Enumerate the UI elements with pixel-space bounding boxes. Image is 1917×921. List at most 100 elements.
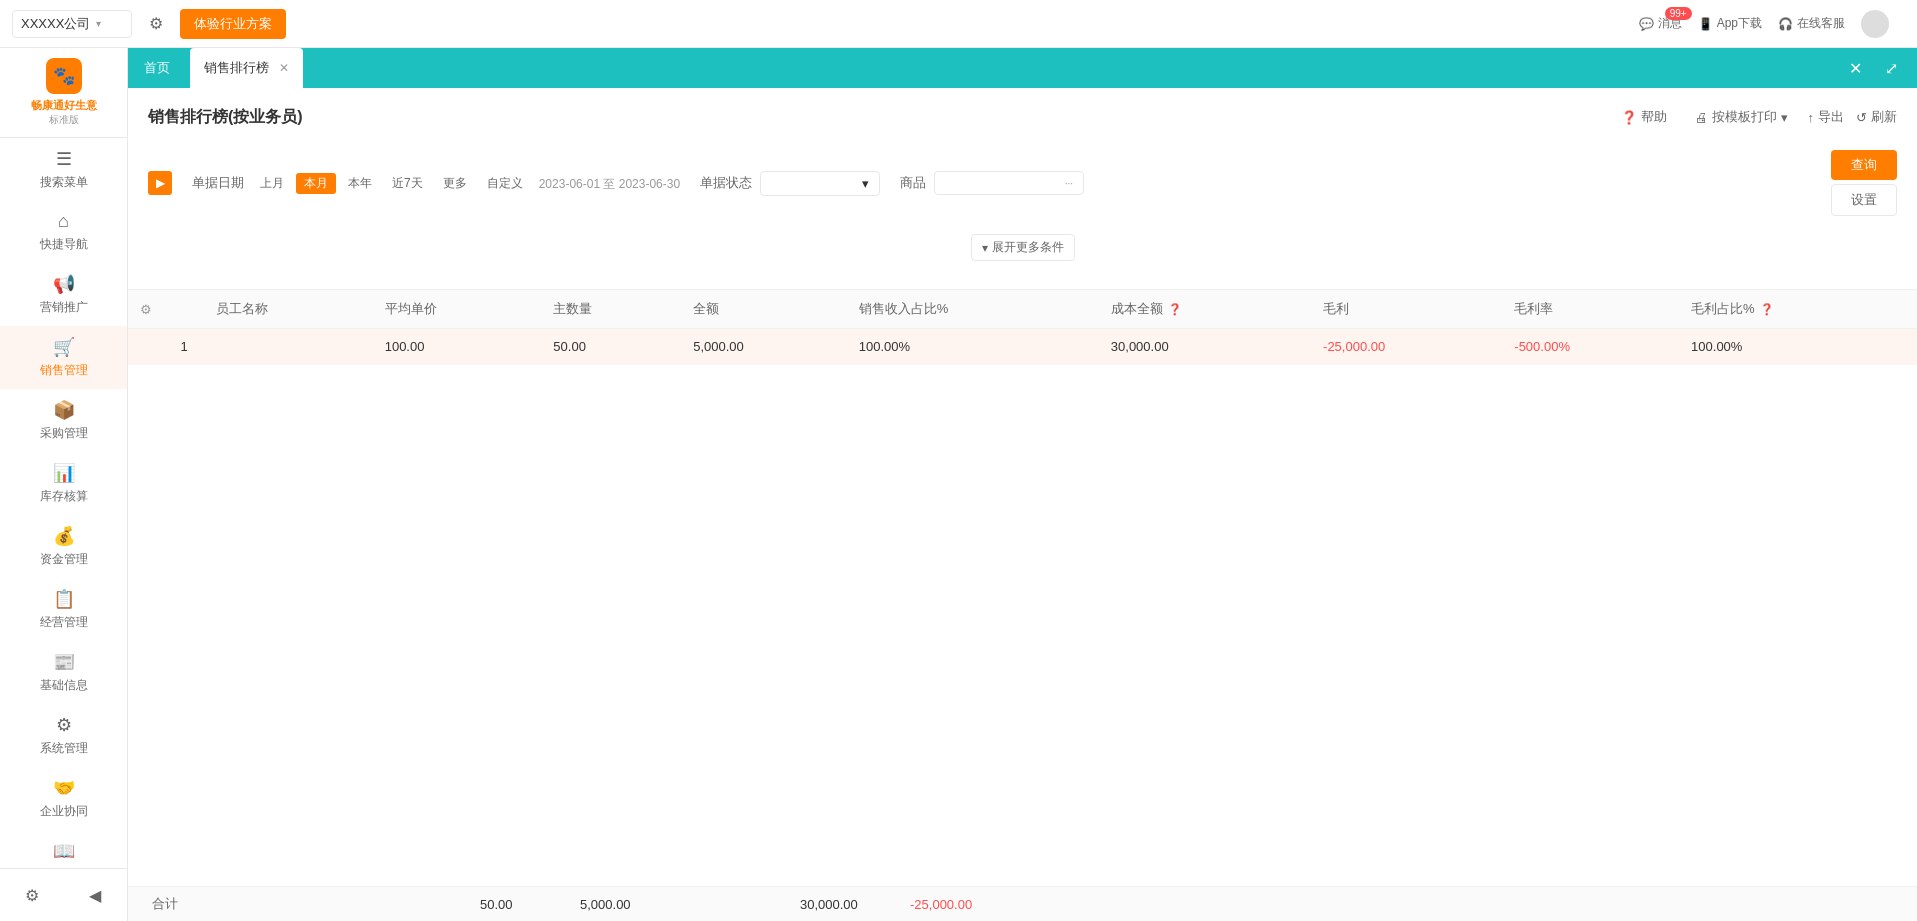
avatar[interactable] xyxy=(1861,10,1889,38)
date-tab-7days[interactable]: 近7天 xyxy=(384,173,431,194)
sidebar-item-3[interactable]: 🛒销售管理 xyxy=(0,326,127,389)
sidebar-item-5[interactable]: 📊库存核算 xyxy=(0,452,127,515)
col-employee: 员工名称 xyxy=(204,290,373,329)
logo-icon: 🐾 xyxy=(46,58,82,94)
profit-pct-help-icon[interactable]: ❓ xyxy=(1760,303,1774,315)
table-container: ⚙ 员工名称 平均单价 主数量 全额 销售收入占比% 成本全额 ❓ 毛利 xyxy=(128,290,1917,886)
sidebar-nav: ☰搜索菜单⌂快捷导航📢营销推广🛒销售管理📦采购管理📊库存核算💰资金管理📋经营管理… xyxy=(0,138,127,868)
date-filter: 单据日期 上月 本月 本年 近7天 更多 自定义 2023-06-01 至 20… xyxy=(192,173,680,194)
sidebar-item-6[interactable]: 💰资金管理 xyxy=(0,515,127,578)
goods-input[interactable]: ··· xyxy=(934,171,1084,195)
sidebar-item-8[interactable]: 📰基础信息 xyxy=(0,641,127,704)
sidebar-item-11[interactable]: 📖新手引导 xyxy=(0,830,127,868)
sidebar-icon-8: 📰 xyxy=(53,651,75,673)
query-button[interactable]: 查询 xyxy=(1831,150,1897,180)
main-area: 🐾 畅康通好生意 标准版 ☰搜索菜单⌂快捷导航📢营销推广🛒销售管理📦采购管理📊库… xyxy=(0,48,1917,921)
filter-row: ▶ 单据日期 上月 本月 本年 近7天 更多 自定义 xyxy=(148,150,1897,216)
col-settings[interactable]: ⚙ xyxy=(128,290,164,329)
sidebar-icon-6: 💰 xyxy=(53,525,75,547)
col-cost: 成本全额 ❓ xyxy=(1099,290,1311,329)
edition-label: 标准版 xyxy=(31,113,97,127)
logo-area: 🐾 畅康通好生意 标准版 xyxy=(0,48,127,138)
sidebar-item-1[interactable]: ⌂快捷导航 xyxy=(0,201,127,263)
tab-home[interactable]: 首页 xyxy=(128,48,186,88)
footer-cost: 30,000.00 xyxy=(800,897,890,912)
row-employee-0 xyxy=(204,329,373,365)
data-table: ⚙ 员工名称 平均单价 主数量 全额 销售收入占比% 成本全额 ❓ 毛利 xyxy=(128,290,1917,365)
export-icon: ↑ xyxy=(1808,110,1815,125)
status-value xyxy=(771,176,858,190)
company-selector[interactable]: XXXXX公司 ▾ xyxy=(12,10,132,38)
date-tab-last-month[interactable]: 上月 xyxy=(252,173,292,194)
sidebar-item-4[interactable]: 📦采购管理 xyxy=(0,389,127,452)
table-row: 1 100.00 50.00 5,000.00 100.00% 30,000.0… xyxy=(128,329,1917,365)
sidebar-icon-3: 🛒 xyxy=(53,336,75,358)
row-cost-0: 30,000.00 xyxy=(1099,329,1311,365)
col-total: 全额 xyxy=(681,290,847,329)
sidebar-item-0[interactable]: ☰搜索菜单 xyxy=(0,138,127,201)
page-title: 销售排行榜(按业务员) xyxy=(148,107,303,128)
date-filter-label: 单据日期 xyxy=(192,174,244,192)
maximize-icon[interactable]: ⤢ xyxy=(1877,54,1905,82)
page-inner: 销售排行榜(按业务员) ❓ 帮助 🖨 按模板打印 ▾ xyxy=(128,88,1917,921)
phone-icon: 📱 xyxy=(1698,17,1713,31)
sidebar-item-2[interactable]: 📢营销推广 xyxy=(0,263,127,326)
filter-collapse-button[interactable]: ▶ xyxy=(148,171,172,195)
date-tab-more[interactable]: 更多 xyxy=(435,173,475,194)
app-download-button[interactable]: 📱 App下载 xyxy=(1698,15,1762,32)
collapse-icon[interactable]: ◀ xyxy=(79,879,111,911)
expand-conditions-button[interactable]: ▾ 展开更多条件 xyxy=(971,234,1075,261)
row-settings-0 xyxy=(128,329,164,365)
status-select[interactable]: ▾ xyxy=(760,171,880,196)
page-content: 销售排行榜(按业务员) ❓ 帮助 🖨 按模板打印 ▾ xyxy=(128,88,1917,921)
top-bar-right: 💬 消息 99+ 📱 App下载 🎧 在线客服 xyxy=(1639,10,1905,38)
status-filter-label: 单据状态 xyxy=(700,174,752,192)
sidebar-icon-10: 🤝 xyxy=(53,777,75,799)
print-button[interactable]: 🖨 按模板打印 ▾ xyxy=(1687,104,1796,130)
message-badge: 99+ xyxy=(1665,7,1692,20)
sidebar-icon-4: 📦 xyxy=(53,399,75,421)
top-bar: XXXXX公司 ▾ ⚙ 体验行业方案 💬 消息 99+ 📱 App下载 🎧 在线… xyxy=(0,0,1917,48)
headset-icon: 🎧 xyxy=(1778,17,1793,31)
goods-value xyxy=(945,176,1061,190)
sidebar-item-7[interactable]: 📋经营管理 xyxy=(0,578,127,641)
refresh-button[interactable]: ↺ 刷新 xyxy=(1856,108,1897,126)
settings-bottom-icon[interactable]: ⚙ xyxy=(16,879,48,911)
sidebar-item-10[interactable]: 🤝企业协同 xyxy=(0,767,127,830)
page-actions: ❓ 帮助 🖨 按模板打印 ▾ ↑ 导出 xyxy=(1613,104,1898,130)
filter-settings-button[interactable]: 设置 xyxy=(1831,184,1897,216)
goods-filter: 商品 ··· xyxy=(900,171,1084,195)
filter-right-buttons: 查询 设置 xyxy=(1831,150,1897,216)
expand-row: ▾ 展开更多条件 xyxy=(148,216,1897,279)
sidebar-item-9[interactable]: ⚙系统管理 xyxy=(0,704,127,767)
content-area: 首页 销售排行榜 ✕ ✕ ⤢ 销售排行榜(按业务员) xyxy=(128,48,1917,921)
online-service-button[interactable]: 🎧 在线客服 xyxy=(1778,15,1845,32)
row-total-0: 5,000.00 xyxy=(681,329,847,365)
row-profit-pct-0: 100.00% xyxy=(1679,329,1917,365)
sidebar-icon-7: 📋 xyxy=(53,588,75,610)
export-button[interactable]: ↑ 导出 xyxy=(1808,108,1845,126)
filter-section: ▶ 单据日期 上月 本月 本年 近7天 更多 自定义 xyxy=(128,140,1917,290)
tab-sales-rank[interactable]: 销售排行榜 ✕ xyxy=(190,48,303,88)
settings-icon[interactable]: ⚙ xyxy=(142,10,170,38)
help-button[interactable]: ❓ 帮助 xyxy=(1613,104,1675,130)
date-range: 2023-06-01 至 2023-06-30 xyxy=(539,176,680,193)
tab-close-icon[interactable]: ✕ xyxy=(279,61,289,75)
cost-help-icon[interactable]: ❓ xyxy=(1168,303,1182,315)
col-qty: 主数量 xyxy=(541,290,681,329)
sidebar-icon-11: 📖 xyxy=(53,840,75,862)
app-name: 畅康通好生意 xyxy=(31,98,97,113)
print-chevron-icon: ▾ xyxy=(1781,110,1788,125)
sidebar-icon-2: 📢 xyxy=(53,273,75,295)
message-button[interactable]: 💬 消息 99+ xyxy=(1639,15,1682,32)
date-tab-this-year[interactable]: 本年 xyxy=(340,173,380,194)
date-tab-custom[interactable]: 自定义 xyxy=(479,173,531,194)
date-tab-this-month[interactable]: 本月 xyxy=(296,173,336,194)
status-filter: 单据状态 ▾ xyxy=(700,171,880,196)
col-sales-pct: 销售收入占比% xyxy=(847,290,1099,329)
row-sales-pct-0: 100.00% xyxy=(847,329,1099,365)
row-qty-0: 50.00 xyxy=(541,329,681,365)
trial-button[interactable]: 体验行业方案 xyxy=(180,9,286,39)
footer-label: 合计 xyxy=(140,895,220,913)
close-window-icon[interactable]: ✕ xyxy=(1841,54,1869,82)
